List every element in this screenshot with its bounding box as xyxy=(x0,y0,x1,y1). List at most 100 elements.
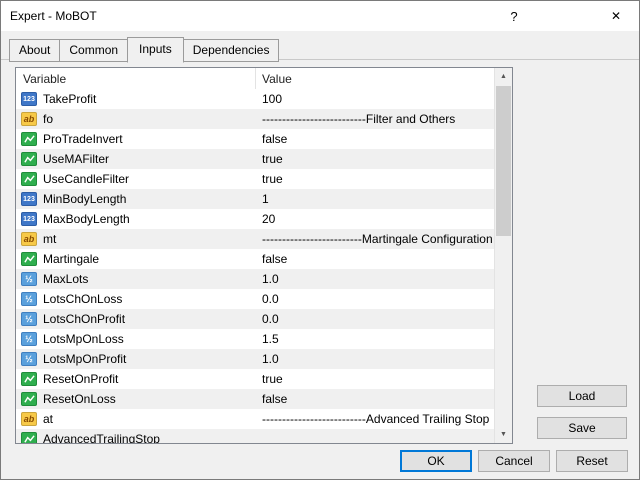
variable-cell[interactable]: 123 TakeProfit xyxy=(16,89,256,109)
variable-name: mt xyxy=(43,232,57,246)
table-row[interactable]: 123 MaxBodyLength 20 xyxy=(16,209,495,229)
double-half-icon: ½ xyxy=(21,292,37,306)
table-row[interactable]: AdvancedTrailingStop xyxy=(16,429,495,443)
vertical-scrollbar[interactable]: ▲ ▼ xyxy=(494,68,512,443)
value-cell[interactable]: 100 xyxy=(256,92,495,106)
variable-cell[interactable]: AdvancedTrailingStop xyxy=(16,429,256,443)
title-bar: Expert - MoBOT ? ✕ xyxy=(1,1,639,31)
column-header-value[interactable]: Value xyxy=(256,72,495,86)
variable-name: LotsMpOnLoss xyxy=(43,332,124,346)
value-cell[interactable]: false xyxy=(256,392,495,406)
table-header: Variable Value xyxy=(16,68,495,90)
table-row[interactable]: ½ LotsMpOnLoss 1.5 xyxy=(16,329,495,349)
variable-cell[interactable]: 123 MaxBodyLength xyxy=(16,209,256,229)
value-cell[interactable]: --------------------------Advanced Trail… xyxy=(256,412,495,426)
variable-cell[interactable]: UseMAFilter xyxy=(16,149,256,169)
ok-button[interactable]: OK xyxy=(400,450,472,472)
value-cell[interactable]: 1.5 xyxy=(256,332,495,346)
tab-common[interactable]: Common xyxy=(59,39,129,62)
variable-cell[interactable]: ½ LotsMpOnLoss xyxy=(16,329,256,349)
scroll-up-icon[interactable]: ▲ xyxy=(495,68,512,85)
chart-line-icon xyxy=(21,252,37,266)
tab-about[interactable]: About xyxy=(9,39,61,62)
value-cell[interactable]: 1.0 xyxy=(256,352,495,366)
load-button[interactable]: Load xyxy=(537,385,627,407)
value-cell[interactable]: false xyxy=(256,252,495,266)
value-cell[interactable]: 0.0 xyxy=(256,312,495,326)
variable-cell[interactable]: ResetOnProfit xyxy=(16,369,256,389)
tab-inputs[interactable]: Inputs xyxy=(127,37,184,63)
table-row[interactable]: ResetOnLoss false xyxy=(16,389,495,409)
variable-cell[interactable]: ½ MaxLots xyxy=(16,269,256,289)
table-row[interactable]: UseMAFilter true xyxy=(16,149,495,169)
string-ab-icon: ab xyxy=(21,412,37,426)
variable-name: UseCandleFilter xyxy=(43,172,130,186)
value-cell[interactable]: 1.0 xyxy=(256,272,495,286)
chart-line-icon xyxy=(21,392,37,406)
double-half-icon: ½ xyxy=(21,332,37,346)
string-ab-icon: ab xyxy=(21,232,37,246)
value-cell[interactable]: true xyxy=(256,172,495,186)
chart-line-icon xyxy=(21,172,37,186)
reset-button[interactable]: Reset xyxy=(556,450,628,472)
save-button[interactable]: Save xyxy=(537,417,627,439)
variable-cell[interactable]: ProTradeInvert xyxy=(16,129,256,149)
variable-cell[interactable]: ½ LotsChOnLoss xyxy=(16,289,256,309)
cancel-button[interactable]: Cancel xyxy=(478,450,550,472)
variable-name: LotsChOnLoss xyxy=(43,292,123,306)
expert-properties-dialog: Expert - MoBOT ? ✕ About Common Inputs Depe… xyxy=(0,0,640,480)
table-row[interactable]: ab fo --------------------------Filter and… xyxy=(16,109,495,129)
table-row[interactable]: ab at --------------------------Advanced T… xyxy=(16,409,495,429)
variable-name: AdvancedTrailingStop xyxy=(43,432,160,443)
variable-name: UseMAFilter xyxy=(43,152,110,166)
table-row[interactable]: Martingale false xyxy=(16,249,495,269)
variable-name: Martingale xyxy=(43,252,100,266)
help-button[interactable]: ? xyxy=(497,1,531,31)
scrollbar-thumb[interactable] xyxy=(496,86,511,236)
chart-line-icon xyxy=(21,132,37,146)
table-row[interactable]: ProTradeInvert false xyxy=(16,129,495,149)
window-title: Expert - MoBOT xyxy=(10,9,97,23)
table-row[interactable]: 123 TakeProfit 100 xyxy=(16,89,495,109)
variable-cell[interactable]: 123 MinBodyLength xyxy=(16,189,256,209)
variable-name: LotsChOnProfit xyxy=(43,312,126,326)
scroll-down-icon[interactable]: ▼ xyxy=(495,426,512,443)
variable-cell[interactable]: ab fo xyxy=(16,109,256,129)
variable-name: LotsMpOnProfit xyxy=(43,352,127,366)
value-cell[interactable]: true xyxy=(256,152,495,166)
value-cell[interactable]: --------------------------Filter and Oth… xyxy=(256,112,495,126)
column-header-variable[interactable]: Variable xyxy=(16,68,256,89)
value-cell[interactable]: 1 xyxy=(256,192,495,206)
table-row[interactable]: UseCandleFilter true xyxy=(16,169,495,189)
variable-cell[interactable]: Martingale xyxy=(16,249,256,269)
value-cell[interactable]: false xyxy=(256,132,495,146)
chart-line-icon xyxy=(21,372,37,386)
table-row[interactable]: ½ MaxLots 1.0 xyxy=(16,269,495,289)
variable-cell[interactable]: ab mt xyxy=(16,229,256,249)
table-row[interactable]: ½ LotsMpOnProfit 1.0 xyxy=(16,349,495,369)
table-row[interactable]: ½ LotsChOnProfit 0.0 xyxy=(16,309,495,329)
value-cell[interactable]: -------------------------Martingale Conf… xyxy=(256,232,495,246)
variable-name: ResetOnProfit xyxy=(43,372,119,386)
table-row[interactable]: ½ LotsChOnLoss 0.0 xyxy=(16,289,495,309)
side-button-group: Load Save xyxy=(537,385,627,439)
table-row[interactable]: ResetOnProfit true xyxy=(16,369,495,389)
variable-cell[interactable]: UseCandleFilter xyxy=(16,169,256,189)
value-cell[interactable]: 20 xyxy=(256,212,495,226)
variable-cell[interactable]: ResetOnLoss xyxy=(16,389,256,409)
variable-cell[interactable]: ½ LotsChOnProfit xyxy=(16,309,256,329)
close-button[interactable]: ✕ xyxy=(599,1,633,31)
tab-dependencies[interactable]: Dependencies xyxy=(182,39,280,62)
table-body: 123 TakeProfit 100 ab fo --------------------… xyxy=(16,89,495,443)
variable-cell[interactable]: ab at xyxy=(16,409,256,429)
value-cell[interactable]: 0.0 xyxy=(256,292,495,306)
table-row[interactable]: ab mt -------------------------Martingale … xyxy=(16,229,495,249)
tab-strip: About Common Inputs Dependencies xyxy=(9,37,280,63)
table-row[interactable]: 123 MinBodyLength 1 xyxy=(16,189,495,209)
double-half-icon: ½ xyxy=(21,272,37,286)
variable-name: ResetOnLoss xyxy=(43,392,116,406)
variable-name: MinBodyLength xyxy=(43,192,127,206)
value-cell[interactable]: true xyxy=(256,372,495,386)
variable-name: TakeProfit xyxy=(43,92,97,106)
variable-cell[interactable]: ½ LotsMpOnProfit xyxy=(16,349,256,369)
